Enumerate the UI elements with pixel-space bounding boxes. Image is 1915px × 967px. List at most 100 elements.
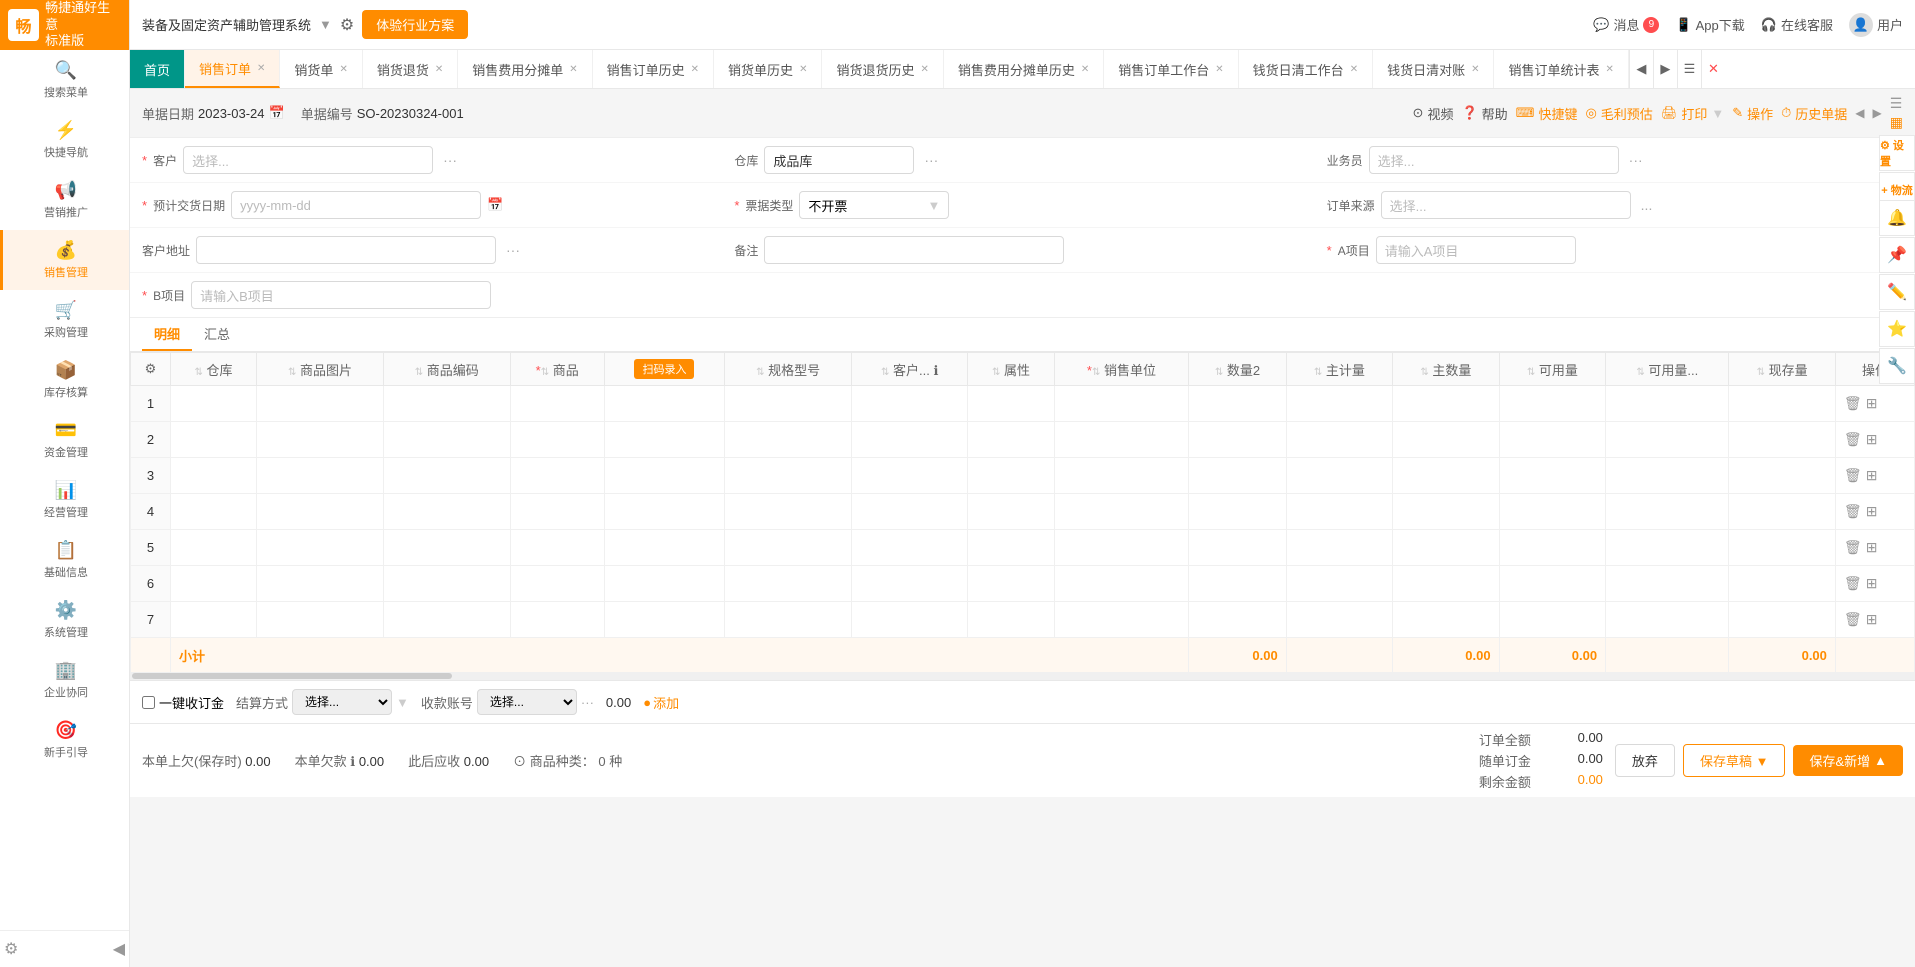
address-input[interactable] [196, 236, 496, 264]
tab-close-icon[interactable]: ✕ [1215, 64, 1223, 75]
tab-close-icon[interactable]: ✕ [799, 64, 807, 75]
side-icon-edit[interactable]: ✏️ [1879, 274, 1915, 310]
sidebar-item-marketing[interactable]: 📢 营销推广 [0, 170, 129, 230]
sidebar-item-quick[interactable]: ⚡ 快捷导航 [0, 110, 129, 170]
solution-button[interactable]: 体验行业方案 [362, 10, 468, 39]
tab-return-history[interactable]: 销货退货历史 ✕ [822, 50, 943, 88]
tab-sales-fee[interactable]: 销售费用分摊单 ✕ [458, 50, 592, 88]
row-attr[interactable] [968, 386, 1054, 422]
tab-close-icon[interactable]: ✕ [1081, 64, 1089, 75]
tab-order-history[interactable]: 销售订单历史 ✕ [593, 50, 714, 88]
sidebar-item-base[interactable]: 📋 基础信息 [0, 530, 129, 590]
copy-icon[interactable]: ⊞ [1866, 575, 1878, 592]
col-available[interactable]: ⇅ 可用量 [1499, 353, 1605, 386]
col-main-unit[interactable]: ⇅ 主计量 [1286, 353, 1392, 386]
row-main-qty[interactable] [1393, 386, 1499, 422]
app-download-item[interactable]: 📱 App下载 [1675, 15, 1744, 34]
side-icon-bell[interactable]: 🔔 [1879, 200, 1915, 236]
shortcut-item[interactable]: ⌨ 快捷键 [1516, 104, 1578, 123]
online-service-item[interactable]: 🎧 在线客服 [1761, 15, 1833, 34]
delete-icon[interactable]: 🗑 [1844, 431, 1862, 448]
copy-icon[interactable]: ⊞ [1866, 503, 1878, 520]
row-warehouse[interactable] [171, 386, 257, 422]
help-item[interactable]: ❓ 帮助 [1461, 104, 1507, 123]
list-view-btn[interactable]: ☰ [1890, 95, 1903, 112]
tab-detail[interactable]: 明细 [142, 318, 192, 351]
row-qty2[interactable] [1189, 386, 1286, 422]
col-available2[interactable]: ⇅ 可用量... [1606, 353, 1729, 386]
sidebar-item-system[interactable]: ⚙️ 系统管理 [0, 590, 129, 650]
tab-summary[interactable]: 汇总 [192, 318, 242, 351]
row-scan[interactable] [604, 386, 724, 422]
sidebar-item-enterprise[interactable]: 🏢 企业协同 [0, 650, 129, 710]
sidebar-item-purchase[interactable]: 🛒 采购管理 [0, 290, 129, 350]
delete-icon[interactable]: 🗑 [1844, 539, 1862, 556]
scroll-thumb[interactable] [132, 673, 452, 679]
operate-item[interactable]: ✎ 操作 [1732, 104, 1773, 123]
next-page-icon[interactable]: ▶ [1873, 106, 1882, 120]
tab-close-icon[interactable]: ✕ [257, 63, 265, 74]
sidebar-item-finance[interactable]: 💳 资金管理 [0, 410, 129, 470]
save-new-button[interactable]: 保存&新增 ▲ [1793, 745, 1903, 776]
tab-order-workbench[interactable]: 销售订单工作台 ✕ [1104, 50, 1238, 88]
order-source-input[interactable]: 选择... [1381, 191, 1631, 219]
tab-close-icon[interactable]: ✕ [1606, 64, 1614, 75]
row-code[interactable] [383, 386, 510, 422]
discard-button[interactable]: 放弃 [1615, 744, 1675, 777]
copy-icon[interactable]: ⊞ [1866, 611, 1878, 628]
copy-icon[interactable]: ⊞ [1866, 431, 1878, 448]
grid-view-btn[interactable]: ▦ [1890, 114, 1903, 131]
customer-input[interactable]: 选择... [183, 146, 433, 174]
b-project-input[interactable]: 请输入B项目 [191, 281, 491, 309]
customer-more-icon[interactable]: ··· [443, 152, 457, 168]
print-item[interactable]: 🖨 打印 ▼ [1661, 104, 1724, 123]
warehouse-more-icon[interactable]: ··· [924, 152, 938, 168]
tab-daily-clear[interactable]: 钱货日清工作台 ✕ [1239, 50, 1373, 88]
side-icon-star[interactable]: ⭐ [1879, 311, 1915, 347]
tab-close-icon[interactable]: ✕ [691, 64, 699, 75]
add-btn[interactable]: ● 添加 [643, 693, 679, 712]
tab-close-icon[interactable]: ✕ [339, 64, 347, 75]
order-source-more-icon[interactable]: ... [1641, 197, 1653, 213]
tab-next-btn[interactable]: ▶ [1653, 50, 1677, 88]
tab-goods-history[interactable]: 销货单历史 ✕ [714, 50, 822, 88]
sidebar-item-guide[interactable]: 🎯 新手引导 [0, 710, 129, 770]
col-code[interactable]: ⇅ 商品编码 [383, 353, 510, 386]
notification-item[interactable]: 💬 消息 9 [1593, 15, 1659, 34]
sidebar-item-search[interactable]: 🔍 搜索菜单 [0, 50, 129, 110]
warehouse-input[interactable]: 成品库 [764, 146, 914, 174]
profit-item[interactable]: ◎ 毛利预估 [1585, 104, 1652, 123]
delete-icon[interactable]: 🗑 [1844, 503, 1862, 520]
settings-float-btn[interactable]: ⚙ 设置 [1879, 135, 1915, 171]
delete-icon[interactable]: 🗑 [1844, 395, 1862, 412]
history-item[interactable]: ⏱ 历史单据 [1781, 104, 1847, 123]
tab-close-icon[interactable]: ✕ [1471, 64, 1479, 75]
row-current[interactable] [1729, 386, 1835, 422]
sidebar-item-sales[interactable]: 💰 销售管理 [0, 230, 129, 290]
col-warehouse[interactable]: ⇅ 仓库 [171, 353, 257, 386]
tab-close-icon[interactable]: ✕ [920, 64, 928, 75]
row-customer-code[interactable] [852, 386, 968, 422]
tab-prev-btn[interactable]: ◀ [1629, 50, 1653, 88]
view-item[interactable]: ⊙ 视频 [1413, 104, 1454, 123]
sidebar-item-operation[interactable]: 📊 经营管理 [0, 470, 129, 530]
delete-icon[interactable]: 🗑 [1844, 611, 1862, 628]
side-icon-tool[interactable]: 🔧 [1879, 348, 1915, 384]
row-goods[interactable] [510, 386, 604, 422]
quick-settle-check[interactable] [142, 696, 155, 709]
quick-settle-checkbox[interactable]: 一键收订金 [142, 693, 224, 712]
settle-method-select[interactable]: 选择... [292, 689, 392, 715]
copy-icon[interactable]: ⊞ [1866, 539, 1878, 556]
remark-input[interactable] [764, 236, 1064, 264]
delivery-input[interactable]: yyyy-mm-dd [231, 191, 481, 219]
row-unit[interactable] [1054, 386, 1189, 422]
row-main-unit[interactable] [1286, 386, 1392, 422]
col-customer-code[interactable]: ⇅ 客户... ℹ [852, 353, 968, 386]
tab-close-icon[interactable]: ✕ [435, 64, 443, 75]
account-select[interactable]: 选择... [477, 689, 577, 715]
user-item[interactable]: 👤 用户 [1849, 13, 1903, 37]
prev-page-icon[interactable]: ◀ [1855, 106, 1864, 120]
settings-bottom-icon[interactable]: ⚙ [4, 939, 18, 959]
staff-more-icon[interactable]: ··· [1629, 152, 1643, 168]
delete-icon[interactable]: 🗑 [1844, 575, 1862, 592]
